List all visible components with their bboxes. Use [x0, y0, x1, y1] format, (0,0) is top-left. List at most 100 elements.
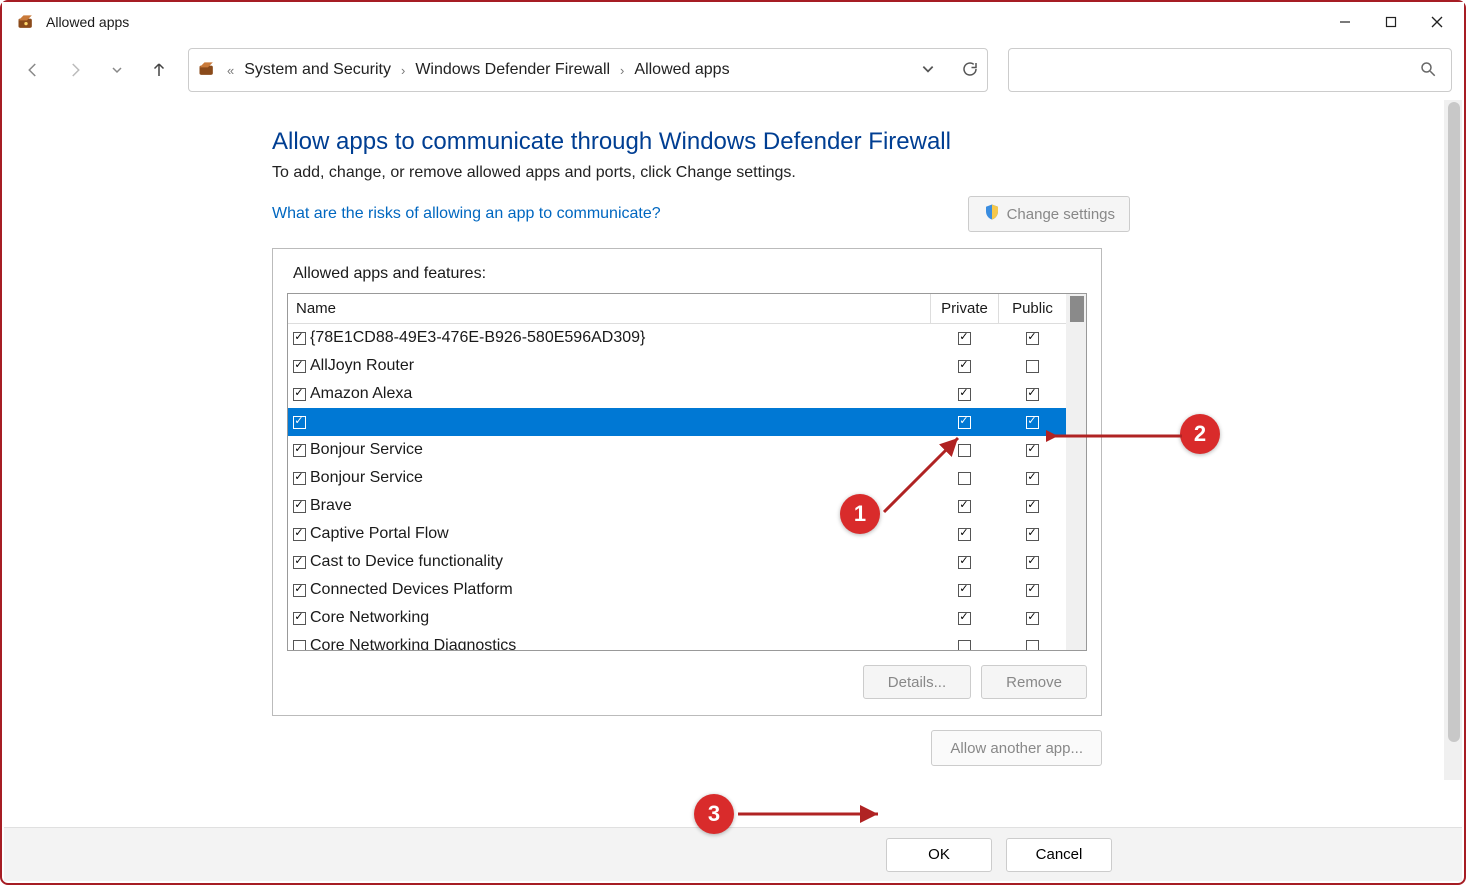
callout-2: 2 — [1180, 414, 1220, 454]
private-checkbox[interactable] — [958, 360, 971, 373]
app-name: Captive Portal Flow — [310, 525, 930, 543]
enable-checkbox[interactable] — [293, 388, 306, 401]
shield-icon — [983, 203, 1001, 225]
dropdown-icon[interactable] — [921, 62, 935, 79]
public-checkbox[interactable] — [1026, 500, 1039, 513]
public-checkbox[interactable] — [1026, 388, 1039, 401]
enable-checkbox[interactable] — [293, 528, 306, 541]
private-checkbox[interactable] — [958, 528, 971, 541]
breadcrumb-item[interactable]: Allowed apps — [634, 61, 729, 79]
address-bar[interactable]: « System and Security › Windows Defender… — [188, 48, 988, 92]
page-scrollbar[interactable] — [1444, 100, 1462, 780]
search-input[interactable] — [1008, 48, 1452, 92]
details-button[interactable]: Details... — [863, 665, 971, 699]
table-row[interactable]: Bonjour Service — [288, 464, 1086, 492]
app-name: Core Networking — [310, 609, 930, 627]
app-name: AllJoyn Router — [310, 357, 930, 375]
maximize-button[interactable] — [1368, 2, 1414, 42]
change-settings-button[interactable]: Change settings — [968, 196, 1130, 232]
chevron-right-icon: › — [618, 63, 626, 78]
enable-checkbox[interactable] — [293, 360, 306, 373]
breadcrumb-item[interactable]: Windows Defender Firewall — [415, 61, 610, 79]
public-checkbox[interactable] — [1026, 444, 1039, 457]
table-row[interactable]: Cast to Device functionality — [288, 548, 1086, 576]
column-name[interactable]: Name — [288, 300, 930, 317]
breadcrumb-prefix: « — [225, 63, 236, 78]
listview-scrollbar[interactable] — [1066, 294, 1086, 650]
enable-checkbox[interactable] — [293, 416, 306, 429]
private-checkbox[interactable] — [958, 332, 971, 345]
table-row[interactable]: Captive Portal Flow — [288, 520, 1086, 548]
app-name: Bonjour Service — [310, 469, 930, 487]
enable-checkbox[interactable] — [293, 500, 306, 513]
allowed-apps-group: Allowed apps and features: Name Private … — [272, 248, 1102, 716]
table-row[interactable]: Core Networking Diagnostics — [288, 632, 1086, 650]
titlebar: Allowed apps — [2, 2, 1464, 42]
public-checkbox[interactable] — [1026, 528, 1039, 541]
app-name: Core Networking Diagnostics — [310, 637, 930, 650]
bottom-bar: OK Cancel — [4, 827, 1462, 881]
listview-header: Name Private Public — [288, 294, 1086, 324]
table-row[interactable] — [288, 408, 1086, 436]
back-button[interactable] — [14, 51, 52, 89]
table-row[interactable]: Core Networking — [288, 604, 1086, 632]
table-row[interactable]: Bonjour Service — [288, 436, 1086, 464]
private-checkbox[interactable] — [958, 640, 971, 651]
table-row[interactable]: Brave — [288, 492, 1086, 520]
window-title: Allowed apps — [46, 14, 129, 30]
public-checkbox[interactable] — [1026, 556, 1039, 569]
main-content: Allow apps to communicate through Window… — [10, 98, 1130, 766]
private-checkbox[interactable] — [958, 416, 971, 429]
enable-checkbox[interactable] — [293, 612, 306, 625]
table-row[interactable]: Amazon Alexa — [288, 380, 1086, 408]
app-icon — [16, 12, 36, 32]
forward-button[interactable] — [56, 51, 94, 89]
public-checkbox[interactable] — [1026, 640, 1039, 651]
recent-dropdown[interactable] — [98, 51, 136, 89]
enable-checkbox[interactable] — [293, 584, 306, 597]
public-checkbox[interactable] — [1026, 360, 1039, 373]
page-scrollbar-thumb[interactable] — [1448, 102, 1460, 742]
private-checkbox[interactable] — [958, 444, 971, 457]
app-name: Bonjour Service — [310, 441, 930, 459]
private-checkbox[interactable] — [958, 500, 971, 513]
remove-button[interactable]: Remove — [981, 665, 1087, 699]
callout-3: 3 — [694, 794, 734, 834]
search-icon — [1419, 60, 1437, 81]
table-row[interactable]: {78E1CD88-49E3-476E-B926-580E596AD309} — [288, 324, 1086, 352]
private-checkbox[interactable] — [958, 388, 971, 401]
private-checkbox[interactable] — [958, 472, 971, 485]
private-checkbox[interactable] — [958, 584, 971, 597]
public-checkbox[interactable] — [1026, 416, 1039, 429]
table-row[interactable]: AllJoyn Router — [288, 352, 1086, 380]
risks-link[interactable]: What are the risks of allowing an app to… — [272, 205, 661, 223]
private-checkbox[interactable] — [958, 556, 971, 569]
private-checkbox[interactable] — [958, 612, 971, 625]
table-row[interactable]: Connected Devices Platform — [288, 576, 1086, 604]
chevron-right-icon: › — [399, 63, 407, 78]
change-settings-label: Change settings — [1007, 206, 1115, 223]
allow-another-app-button[interactable]: Allow another app... — [931, 730, 1102, 766]
enable-checkbox[interactable] — [293, 640, 306, 651]
column-public[interactable]: Public — [998, 294, 1066, 323]
up-button[interactable] — [140, 51, 178, 89]
column-private[interactable]: Private — [930, 294, 998, 323]
cancel-button[interactable]: Cancel — [1006, 838, 1112, 872]
refresh-icon[interactable] — [961, 60, 979, 81]
public-checkbox[interactable] — [1026, 472, 1039, 485]
app-icon-small — [197, 59, 217, 82]
enable-checkbox[interactable] — [293, 556, 306, 569]
enable-checkbox[interactable] — [293, 472, 306, 485]
enable-checkbox[interactable] — [293, 332, 306, 345]
close-button[interactable] — [1414, 2, 1460, 42]
breadcrumb-item[interactable]: System and Security — [244, 61, 391, 79]
ok-button[interactable]: OK — [886, 838, 992, 872]
scrollbar-thumb[interactable] — [1070, 296, 1084, 322]
page-heading: Allow apps to communicate through Window… — [272, 128, 1130, 156]
enable-checkbox[interactable] — [293, 444, 306, 457]
public-checkbox[interactable] — [1026, 612, 1039, 625]
public-checkbox[interactable] — [1026, 584, 1039, 597]
public-checkbox[interactable] — [1026, 332, 1039, 345]
app-name: Connected Devices Platform — [310, 581, 930, 599]
minimize-button[interactable] — [1322, 2, 1368, 42]
